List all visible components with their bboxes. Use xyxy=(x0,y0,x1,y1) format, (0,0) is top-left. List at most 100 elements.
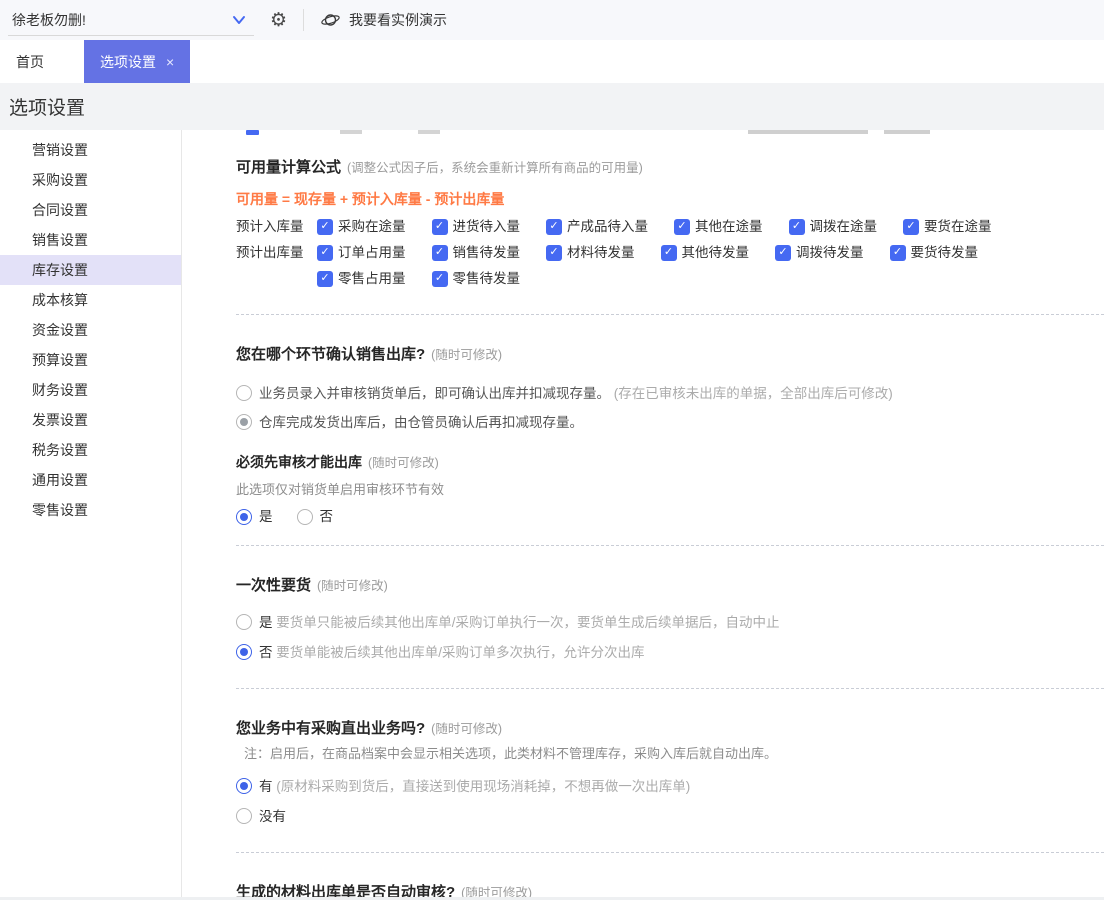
tab-bar: 首页 选项设置 × xyxy=(0,40,1104,83)
demo-link[interactable]: 我要看实例演示 xyxy=(320,10,447,30)
radio-hint: (存在已审核未出库的单据，全部出库后可修改) xyxy=(613,386,893,401)
checkbox-checked-icon[interactable] xyxy=(431,219,448,235)
radio-unchecked-icon[interactable] xyxy=(296,509,313,525)
section-title-direct-purchase: 您业务中有采购直出业务吗? (随时可修改) xyxy=(236,720,502,737)
section-hint: (随时可修改) xyxy=(431,722,502,736)
section-title-auto-audit: 生成的材料出库单是否自动审核? (随时可修改) xyxy=(236,883,1104,897)
checkbox-option[interactable]: 零售待发量 xyxy=(431,270,521,288)
demo-link-label: 我要看实例演示 xyxy=(349,12,448,28)
radio-checked-gray-icon[interactable] xyxy=(236,414,252,430)
checkbox-checked-icon[interactable] xyxy=(546,219,562,235)
radio-option-one-time-no[interactable]: 否 要货单能被后续其他出库单/采购订单多次执行，允许分次出库 xyxy=(236,644,1104,662)
checkbox-checked-icon[interactable] xyxy=(431,271,448,287)
availability-formula: 可用量 = 现存量 + 预计入库量 - 预计出库量 xyxy=(236,191,505,207)
checkbox-option[interactable]: 采购在途量 xyxy=(317,218,406,236)
sidebar-item-purchase[interactable]: 采购设置 xyxy=(0,165,181,195)
checkbox-label: 订单占用量 xyxy=(338,245,406,260)
radio-desc: 要货单能被后续其他出库单/采购订单多次执行，允许分次出库 xyxy=(276,645,645,660)
radio-checked-icon[interactable] xyxy=(236,644,252,660)
checkbox-checked-icon[interactable] xyxy=(317,219,333,235)
radio-option-yes[interactable]: 是 xyxy=(236,508,273,526)
section-title-sales-outbound: 您在哪个环节确认销售出库? (随时可修改) xyxy=(236,346,502,363)
checkbox-label: 产成品待入量 xyxy=(567,219,648,234)
direct-purchase-note: 注：启用后，在商品档案中会显示相关选项，此类材料不管理库存，采购入库后就自动出库… xyxy=(244,746,778,761)
checkbox-option[interactable]: 调拨待发量 xyxy=(775,244,864,262)
radio-label: 业务员录入并审核销货单后，即可确认出库并扣减现存量。 xyxy=(259,386,610,401)
radio-unchecked-icon[interactable] xyxy=(236,385,252,401)
checkbox-label: 零售待发量 xyxy=(452,271,521,286)
radio-checked-icon[interactable] xyxy=(236,778,252,794)
audit-note: 此选项仅对销货单启用审核环节有效 xyxy=(236,482,445,497)
sidebar-item-sales[interactable]: 销售设置 xyxy=(0,225,181,255)
sidebar-item-marketing[interactable]: 营销设置 xyxy=(0,135,181,165)
radio-option-one-time-yes[interactable]: 是 要货单只能被后续其他出库单/采购订单执行一次，要货单生成后续单据后，自动中止 xyxy=(236,614,1104,632)
sidebar-item-costing[interactable]: 成本核算 xyxy=(0,285,181,315)
radio-label: 否 xyxy=(259,645,273,660)
radio-unchecked-icon[interactable] xyxy=(236,614,252,630)
checkbox-checked-icon[interactable] xyxy=(775,245,791,261)
checkbox-option[interactable]: 材料待发量 xyxy=(546,244,635,262)
checkbox-option[interactable]: 零售占用量 xyxy=(317,270,406,288)
radio-label: 有 xyxy=(259,779,273,794)
tab-home[interactable]: 首页 xyxy=(2,40,58,83)
chevron-down-icon xyxy=(233,15,245,24)
main-area: 营销设置 采购设置 合同设置 销售设置 库存设置 成本核算 资金设置 预算设置 … xyxy=(0,130,1104,897)
section-divider xyxy=(236,314,1104,315)
radio-option-salesperson-confirm[interactable]: 业务员录入并审核销货单后，即可确认出库并扣减现存量。 (存在已审核未出库的单据，… xyxy=(236,385,1104,403)
radio-desc: 要货单只能被后续其他出库单/采购订单执行一次，要货单生成后续单据后，自动中止 xyxy=(276,615,780,630)
checkbox-checked-icon[interactable] xyxy=(674,219,690,235)
tab-options-settings[interactable]: 选项设置 × xyxy=(84,40,191,83)
section-hint: (随时可修改) xyxy=(461,886,532,897)
settings-content: 可用量计算公式 (调整公式因子后，系统会重新计算所有商品的可用量) 可用量 = 现… xyxy=(182,130,1104,897)
sidebar-item-general[interactable]: 通用设置 xyxy=(0,465,181,495)
section-title-one-time: 一次性要货 (随时可修改) xyxy=(236,577,388,594)
sidebar-item-tax[interactable]: 税务设置 xyxy=(0,435,181,465)
topbar-divider xyxy=(303,9,305,31)
sidebar-item-budget[interactable]: 预算设置 xyxy=(0,345,181,375)
checkbox-option[interactable]: 其他在途量 xyxy=(674,218,763,236)
radio-checked-icon[interactable] xyxy=(236,509,252,525)
checkbox-option[interactable]: 订单占用量 xyxy=(317,244,406,262)
radio-option-warehouse-confirm[interactable]: 仓库完成发货出库后，由仓管员确认后再扣减现存量。 xyxy=(236,414,1104,432)
checkbox-label: 调拨待发量 xyxy=(796,245,864,260)
formula-checkbox-rows: 预计入库量 采购在途量 进货待入量 产成品待入量 其他在途量 调拨在途量 要货在… xyxy=(236,218,1104,296)
checkbox-checked-icon[interactable] xyxy=(317,271,333,287)
radio-label: 是 xyxy=(259,509,273,524)
section-hint: (随时可修改) xyxy=(317,579,388,593)
checkbox-option[interactable]: 进货待入量 xyxy=(431,218,521,236)
sidebar-item-finance[interactable]: 财务设置 xyxy=(0,375,181,405)
sidebar-item-inventory[interactable]: 库存设置 xyxy=(0,255,181,285)
sidebar-item-funds[interactable]: 资金设置 xyxy=(0,315,181,345)
expected-outbound-row: 预计出库量 订单占用量 销售待发量 材料待发量 其他待发量 调拨待发量 要货待发… xyxy=(236,244,1104,296)
checkbox-checked-icon[interactable] xyxy=(546,245,562,261)
radio-unchecked-icon[interactable] xyxy=(236,808,252,824)
audit-yes-no-group: 是 否 xyxy=(236,508,1104,526)
checkbox-option[interactable]: 产成品待入量 xyxy=(546,218,648,236)
checkbox-checked-icon[interactable] xyxy=(889,245,906,261)
expected-inbound-row: 预计入库量 采购在途量 进货待入量 产成品待入量 其他在途量 调拨在途量 要货在… xyxy=(236,218,1104,244)
account-dropdown[interactable]: 徐老板勿删! xyxy=(8,4,254,36)
checkbox-option[interactable]: 要货待发量 xyxy=(889,244,978,262)
radio-option-no[interactable]: 否 xyxy=(296,508,333,526)
checkbox-checked-icon[interactable] xyxy=(788,219,805,235)
checkbox-option[interactable]: 调拨在途量 xyxy=(788,218,877,236)
radio-option-direct-yes[interactable]: 有 (原材料采购到货后，直接送到使用现场消耗掉，不想再做一次出库单) xyxy=(236,778,1104,796)
close-icon[interactable]: × xyxy=(166,54,174,70)
checkbox-checked-icon[interactable] xyxy=(660,245,677,261)
sidebar-item-invoice[interactable]: 发票设置 xyxy=(0,405,181,435)
checkbox-checked-icon[interactable] xyxy=(903,219,919,235)
checkbox-option[interactable]: 要货在途量 xyxy=(903,218,992,236)
radio-option-direct-no[interactable]: 没有 xyxy=(236,808,1104,826)
sidebar-item-contract[interactable]: 合同设置 xyxy=(0,195,181,225)
checkbox-option[interactable]: 其他待发量 xyxy=(660,244,749,262)
gear-icon[interactable]: ⚙ xyxy=(270,11,287,30)
page-title: 选项设置 xyxy=(0,83,1104,130)
tab-options-label: 选项设置 xyxy=(100,53,156,70)
sidebar-item-retail[interactable]: 零售设置 xyxy=(0,495,181,525)
checkbox-checked-icon[interactable] xyxy=(317,245,333,261)
checkbox-checked-icon[interactable] xyxy=(431,245,448,261)
top-bar: 徐老板勿删! ⚙ 我要看实例演示 xyxy=(0,0,1104,40)
speech-bubble-icon xyxy=(321,14,340,26)
checkbox-option[interactable]: 销售待发量 xyxy=(431,244,520,262)
checkbox-label: 进货待入量 xyxy=(452,219,521,234)
